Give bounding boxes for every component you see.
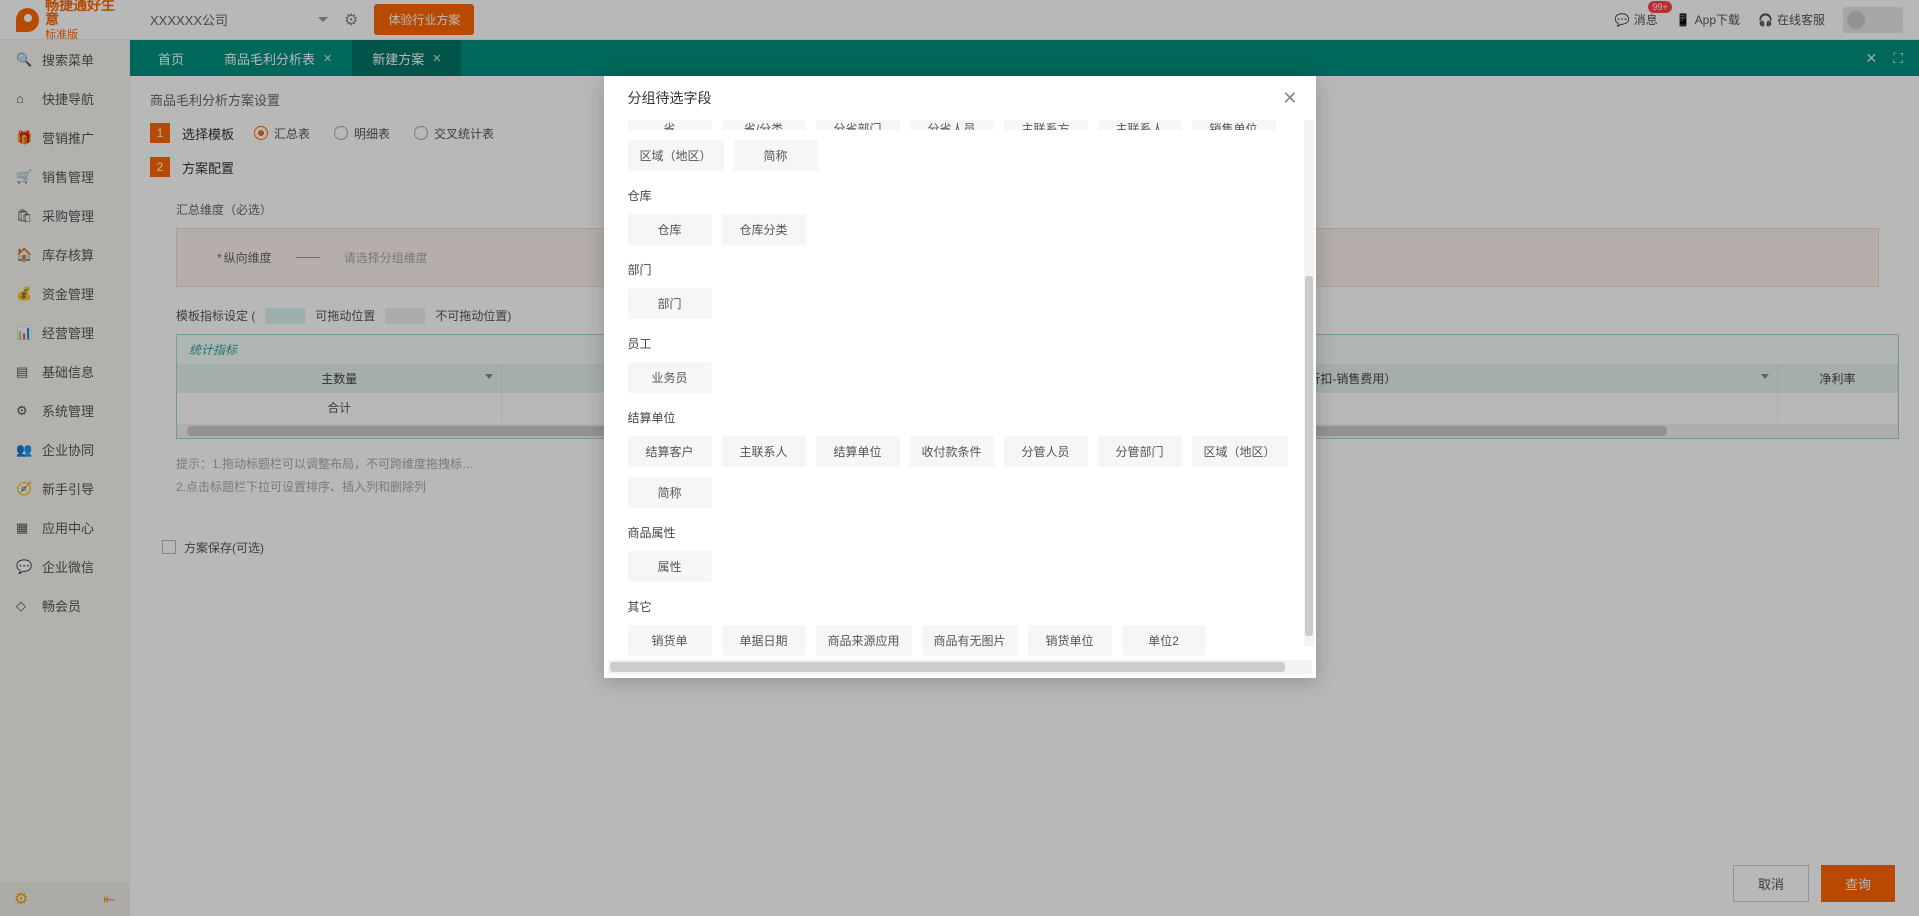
field-chip[interactable]: 销货单位 <box>1028 625 1112 656</box>
field-chip[interactable]: 业务员 <box>628 362 712 393</box>
field-chip[interactable]: 分省人员 <box>910 120 994 130</box>
field-chip[interactable]: 区域（地区） <box>1192 436 1288 467</box>
field-chip[interactable]: 分省部门 <box>816 120 900 130</box>
field-chip[interactable]: 主联系人 <box>722 436 806 467</box>
group-title: 仓库 <box>628 187 1292 204</box>
field-chip[interactable]: 销售单位 <box>1192 120 1276 130</box>
field-chip[interactable]: 区域（地区） <box>628 140 724 171</box>
field-chip[interactable]: 结算单位 <box>816 436 900 467</box>
modal-vscrollbar[interactable] <box>1304 120 1314 646</box>
field-select-modal: 分组待选字段 ✕ 省省/分类分省部门分省人员主联系方主联系人销售单位 区域（地区… <box>604 76 1316 678</box>
chip-row-partial: 省省/分类分省部门分省人员主联系方主联系人销售单位 <box>628 120 1292 130</box>
field-chip[interactable]: 属性 <box>628 551 712 582</box>
modal-header: 分组待选字段 ✕ <box>604 76 1316 120</box>
modal-body: 省省/分类分省部门分省人员主联系方主联系人销售单位 区域（地区）简称 仓库仓库仓… <box>604 120 1316 660</box>
modal-title: 分组待选字段 <box>628 88 712 108</box>
field-chip[interactable]: 分管部门 <box>1098 436 1182 467</box>
scrollbar-thumb[interactable] <box>610 662 1286 672</box>
field-chip[interactable]: 单位2 <box>1122 625 1206 656</box>
chip-group: 部门 <box>628 288 1292 319</box>
field-chip[interactable]: 收付款条件 <box>910 436 994 467</box>
group-title: 商品属性 <box>628 524 1292 541</box>
field-chip[interactable]: 省/分类 <box>722 120 806 130</box>
field-chip[interactable]: 销货单 <box>628 625 712 656</box>
field-chip[interactable]: 分管人员 <box>1004 436 1088 467</box>
field-chip[interactable]: 商品来源应用 <box>816 625 912 656</box>
chip-group: 销货单单据日期商品来源应用商品有无图片销货单位单位2主计量制单人审核人出库人预计… <box>628 625 1292 660</box>
close-icon[interactable]: ✕ <box>1282 88 1297 109</box>
group-title: 员工 <box>628 335 1292 352</box>
group-title: 结算单位 <box>628 409 1292 426</box>
group-title: 其它 <box>628 598 1292 615</box>
field-chip[interactable]: 主联系人 <box>1098 120 1182 130</box>
chip-group: 仓库仓库分类 <box>628 214 1292 245</box>
chip-group: 属性 <box>628 551 1292 582</box>
field-chip[interactable]: 结算客户 <box>628 436 712 467</box>
field-chip[interactable]: 简称 <box>628 477 712 508</box>
chip-row-partial2: 区域（地区） 简称 <box>628 140 1292 171</box>
chip-group: 结算客户主联系人结算单位收付款条件分管人员分管部门区域（地区） 简称 <box>628 436 1292 508</box>
field-chip[interactable]: 省 <box>628 120 712 130</box>
field-chip[interactable]: 仓库分类 <box>722 214 806 245</box>
field-chip[interactable]: 部门 <box>628 288 712 319</box>
modal-hscrollbar[interactable] <box>608 660 1312 674</box>
chip-group: 业务员 <box>628 362 1292 393</box>
group-title: 部门 <box>628 261 1292 278</box>
field-chip[interactable]: 简称 <box>734 140 818 171</box>
field-chip[interactable]: 主联系方 <box>1004 120 1088 130</box>
field-chip[interactable]: 商品有无图片 <box>922 625 1018 656</box>
field-chip[interactable]: 仓库 <box>628 214 712 245</box>
scrollbar-thumb[interactable] <box>1305 276 1313 636</box>
field-chip[interactable]: 单据日期 <box>722 625 806 656</box>
